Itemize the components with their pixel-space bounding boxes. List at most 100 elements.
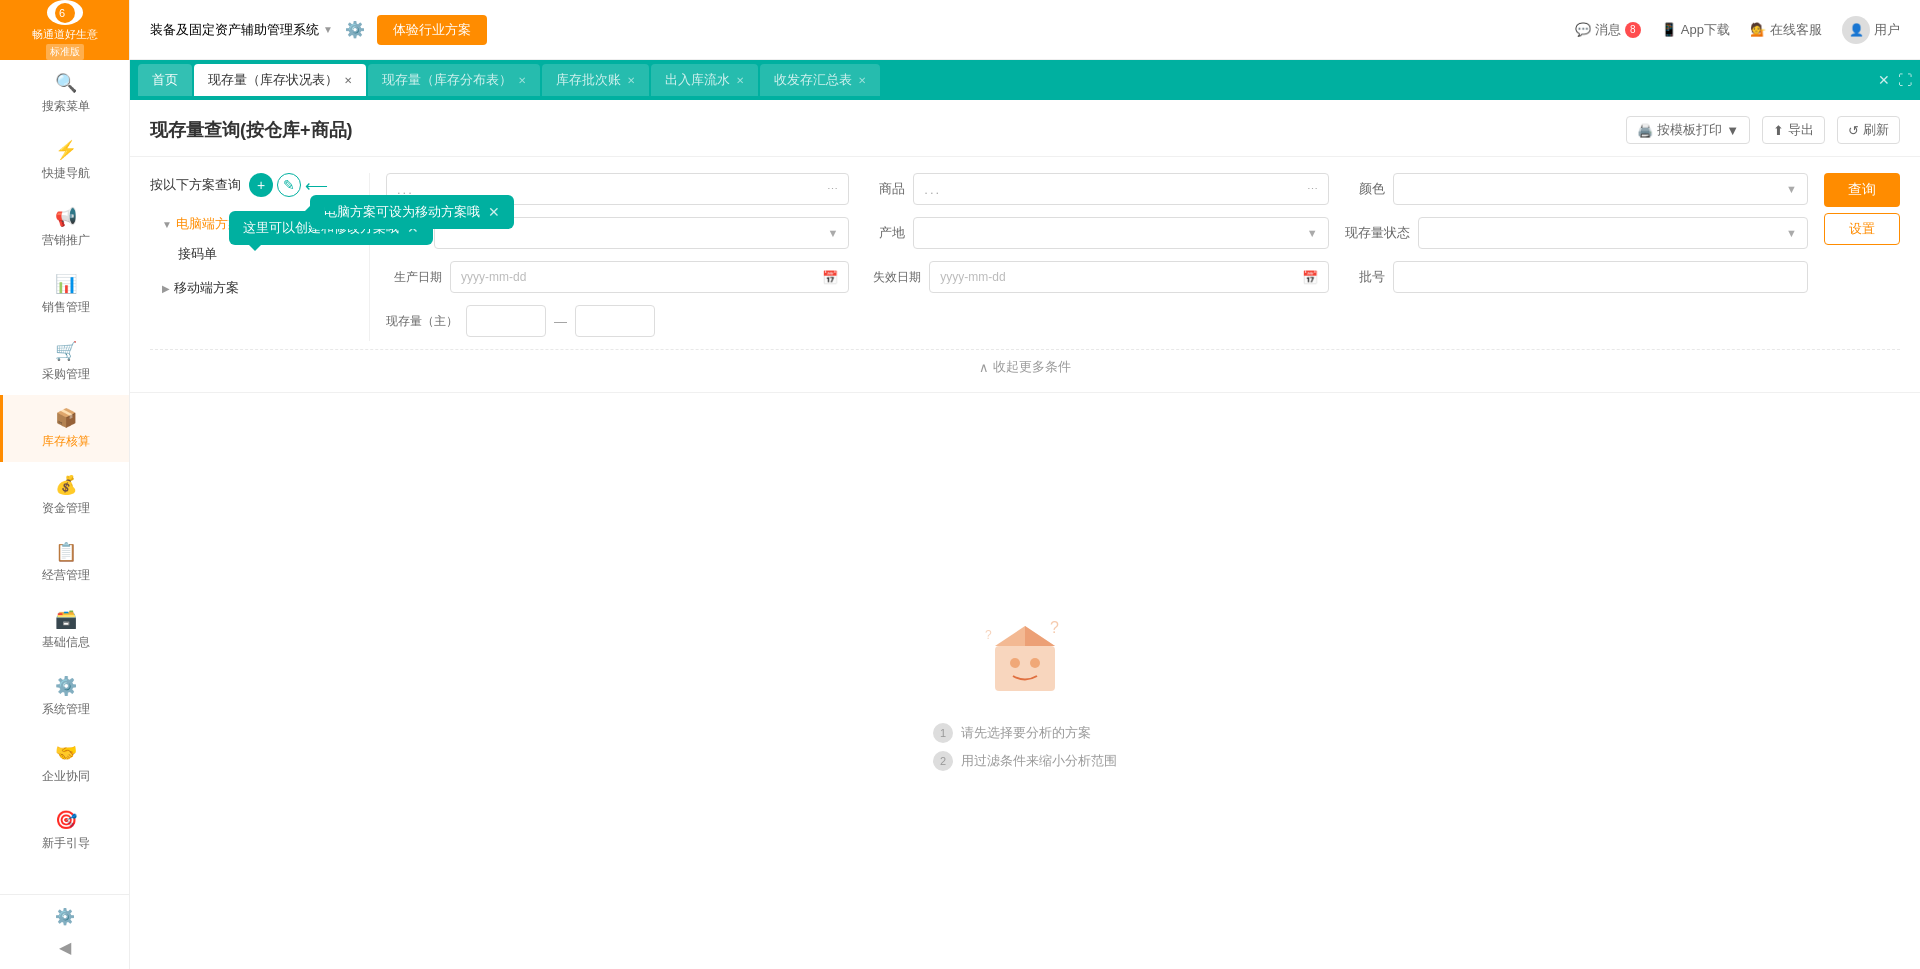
tab-close-icon[interactable]: ✕ <box>736 75 744 86</box>
tab-close-all-icon[interactable]: ✕ <box>1878 72 1890 88</box>
scroll-left-icon[interactable]: ⟵ <box>305 176 328 195</box>
filter-goods: 商品 ... ⋯ <box>865 173 1328 205</box>
tooltip1-close-icon[interactable]: ✕ <box>488 204 500 220</box>
search-icon: 🔍 <box>55 72 77 94</box>
tab-close-icon[interactable]: ✕ <box>858 75 866 86</box>
dot-indicator <box>325 201 335 211</box>
sidebar-item-finance[interactable]: 💰 资金管理 <box>0 462 129 529</box>
print-button[interactable]: 🖨️ 按模板打印 ▼ <box>1626 116 1750 144</box>
produce-date-input[interactable]: yyyy-mm-dd 📅 <box>450 261 849 293</box>
tab-stock-batch-label: 库存批次账 <box>556 71 621 89</box>
sidebar-item-marketing[interactable]: 📢 营销推广 <box>0 194 129 261</box>
goods-select[interactable]: ... ⋯ <box>913 173 1328 205</box>
settings-gear-icon[interactable]: ⚙️ <box>345 20 365 39</box>
produce-date-placeholder: yyyy-mm-dd <box>461 270 526 284</box>
filter-fields-panel: ... ⋯ 商品 ... ⋯ <box>370 173 1808 341</box>
sidebar-item-search[interactable]: 🔍 搜索菜单 <box>0 60 129 127</box>
collapse-button[interactable]: ◀ <box>59 938 71 957</box>
sidebar-item-label: 快捷导航 <box>42 165 90 182</box>
plan-tooltip1: 电脑方案可设为移动方案哦 ✕ .tooltip-plan::before { c… <box>310 195 514 229</box>
collapse-up-icon: ∧ <box>979 360 989 375</box>
plan-tree-mobile[interactable]: ▶ 移动端方案 <box>158 273 357 303</box>
page-header: 现存量查询(按仓库+商品) 🖨️ 按模板打印 ▼ ⬆ 导出 ↺ 刷新 <box>130 100 1920 157</box>
user-menu[interactable]: 👤 用户 <box>1842 16 1900 44</box>
tab-stock-status[interactable]: 现存量（库存状况表） ✕ <box>194 64 366 96</box>
query-buttons: 查询 设置 <box>1808 173 1900 341</box>
filter-row-2: 尺码 ▼ 产地 ▼ <box>386 217 1808 249</box>
collapse-icon: ◀ <box>59 938 71 957</box>
sidebar-item-base[interactable]: 🗃️ 基础信息 <box>0 596 129 663</box>
color-arrow-icon: ▼ <box>1786 183 1797 195</box>
tab-stock-batch[interactable]: 库存批次账 ✕ <box>542 64 649 96</box>
filter-batch: 批号 <box>1345 261 1808 293</box>
empty-tip-2: 2 用过滤条件来缩小分析范围 <box>933 751 1117 771</box>
sales-icon: 📊 <box>55 273 77 295</box>
app-download-button[interactable]: 📱 App下载 <box>1661 21 1730 39</box>
stock-status-select[interactable]: ▼ <box>1418 217 1808 249</box>
stock-main-label: 现存量（主） <box>386 313 458 330</box>
svg-text:?: ? <box>985 628 992 642</box>
add-plan-button[interactable]: + 这里可以创建和修改方案哦 ✕ <box>249 173 273 197</box>
sidebar-item-system[interactable]: ⚙️ 系统管理 <box>0 663 129 730</box>
sidebar-item-collab[interactable]: 🤝 企业协同 <box>0 730 129 797</box>
origin-select[interactable]: ▼ <box>913 217 1328 249</box>
print-label: 按模板打印 <box>1657 121 1722 139</box>
more-conditions-label: 收起更多条件 <box>993 358 1071 376</box>
sidebar-item-label: 采购管理 <box>42 366 90 383</box>
edit-plan-button[interactable]: ✎ <box>277 173 301 197</box>
header: 装备及固定资产辅助管理系统 ▼ ⚙️ 体验行业方案 💬 消息 8 📱 App下载… <box>130 0 1920 60</box>
refresh-icon: ↺ <box>1848 123 1859 138</box>
message-icon: 💬 <box>1575 22 1591 37</box>
sidebar-item-purchase[interactable]: 🛒 采购管理 <box>0 328 129 395</box>
expire-date-label: 失效日期 <box>865 269 921 286</box>
system-name-dropdown[interactable]: 装备及固定资产辅助管理系统 ▼ <box>150 21 333 39</box>
tab-stock-dist[interactable]: 现存量（库存分布表） ✕ <box>368 64 540 96</box>
tab-stock-flow[interactable]: 出入库流水 ✕ <box>651 64 758 96</box>
tab-collect-summary[interactable]: 收发存汇总表 ✕ <box>760 64 880 96</box>
tab-close-icon[interactable]: ✕ <box>518 75 526 86</box>
more-conditions-button[interactable]: ∧ 收起更多条件 <box>979 358 1071 376</box>
sidebar-item-label: 资金管理 <box>42 500 90 517</box>
tab-stock-flow-label: 出入库流水 <box>665 71 730 89</box>
tip-num-2: 2 <box>933 751 953 771</box>
refresh-button[interactable]: ↺ 刷新 <box>1837 116 1900 144</box>
sidebar: 6 畅通道好生意 标准版 🔍 搜索菜单 ⚡ 快捷导航 📢 营销推广 📊 销售管理… <box>0 0 130 969</box>
sidebar-item-label: 新手引导 <box>42 835 90 852</box>
goods-placeholder: ... <box>924 182 941 197</box>
tab-close-icon[interactable]: ✕ <box>344 75 352 86</box>
sidebar-item-inventory[interactable]: 📦 库存核算 <box>0 395 129 462</box>
more-conditions-row: ∧ 收起更多条件 <box>150 349 1900 376</box>
filter-produce-date: 生产日期 yyyy-mm-dd 📅 <box>386 261 849 293</box>
finance-icon: 💰 <box>55 474 77 496</box>
stock-min-input[interactable] <box>466 305 546 337</box>
online-support-button[interactable]: 💁 在线客服 <box>1750 21 1822 39</box>
sidebar-item-guide[interactable]: 🎯 新手引导 <box>0 797 129 864</box>
sidebar-item-label: 基础信息 <box>42 634 90 651</box>
tab-home[interactable]: 首页 <box>138 64 192 96</box>
industry-solution-button[interactable]: 体验行业方案 <box>377 15 487 45</box>
logo-badge: 标准版 <box>46 44 84 60</box>
message-button[interactable]: 💬 消息 8 <box>1575 21 1641 39</box>
sidebar-item-sales[interactable]: 📊 销售管理 <box>0 261 129 328</box>
collapse-arrow-icon: ▼ <box>162 219 172 230</box>
tab-stock-status-label: 现存量（库存状况表） <box>208 71 338 89</box>
svg-text:6: 6 <box>59 7 65 19</box>
settings-button[interactable]: ⚙️ <box>55 907 75 926</box>
query-button[interactable]: 查询 <box>1824 173 1900 207</box>
export-button[interactable]: ⬆ 导出 <box>1762 116 1825 144</box>
tab-maximize-icon[interactable]: ⛶ <box>1898 72 1912 88</box>
plan-tree-mobile-label: 移动端方案 <box>174 279 239 297</box>
reset-button[interactable]: 设置 <box>1824 213 1900 245</box>
filter-stock-main: 现存量（主） — <box>386 305 855 337</box>
stock-max-input[interactable] <box>575 305 655 337</box>
stock-range: — <box>466 305 855 337</box>
sidebar-item-quick-nav[interactable]: ⚡ 快捷导航 <box>0 127 129 194</box>
tab-close-icon[interactable]: ✕ <box>627 75 635 86</box>
filter-label: 按以下方案查询 <box>150 176 241 194</box>
expire-date-input[interactable]: yyyy-mm-dd 📅 <box>929 261 1328 293</box>
sidebar-item-ops[interactable]: 📋 经营管理 <box>0 529 129 596</box>
color-select[interactable]: ▼ <box>1393 173 1808 205</box>
plan-tooltip1-text: 电脑方案可设为移动方案哦 <box>324 203 480 221</box>
batch-input[interactable] <box>1393 261 1808 293</box>
filter-row-1: ... ⋯ 商品 ... ⋯ <box>386 173 1808 205</box>
